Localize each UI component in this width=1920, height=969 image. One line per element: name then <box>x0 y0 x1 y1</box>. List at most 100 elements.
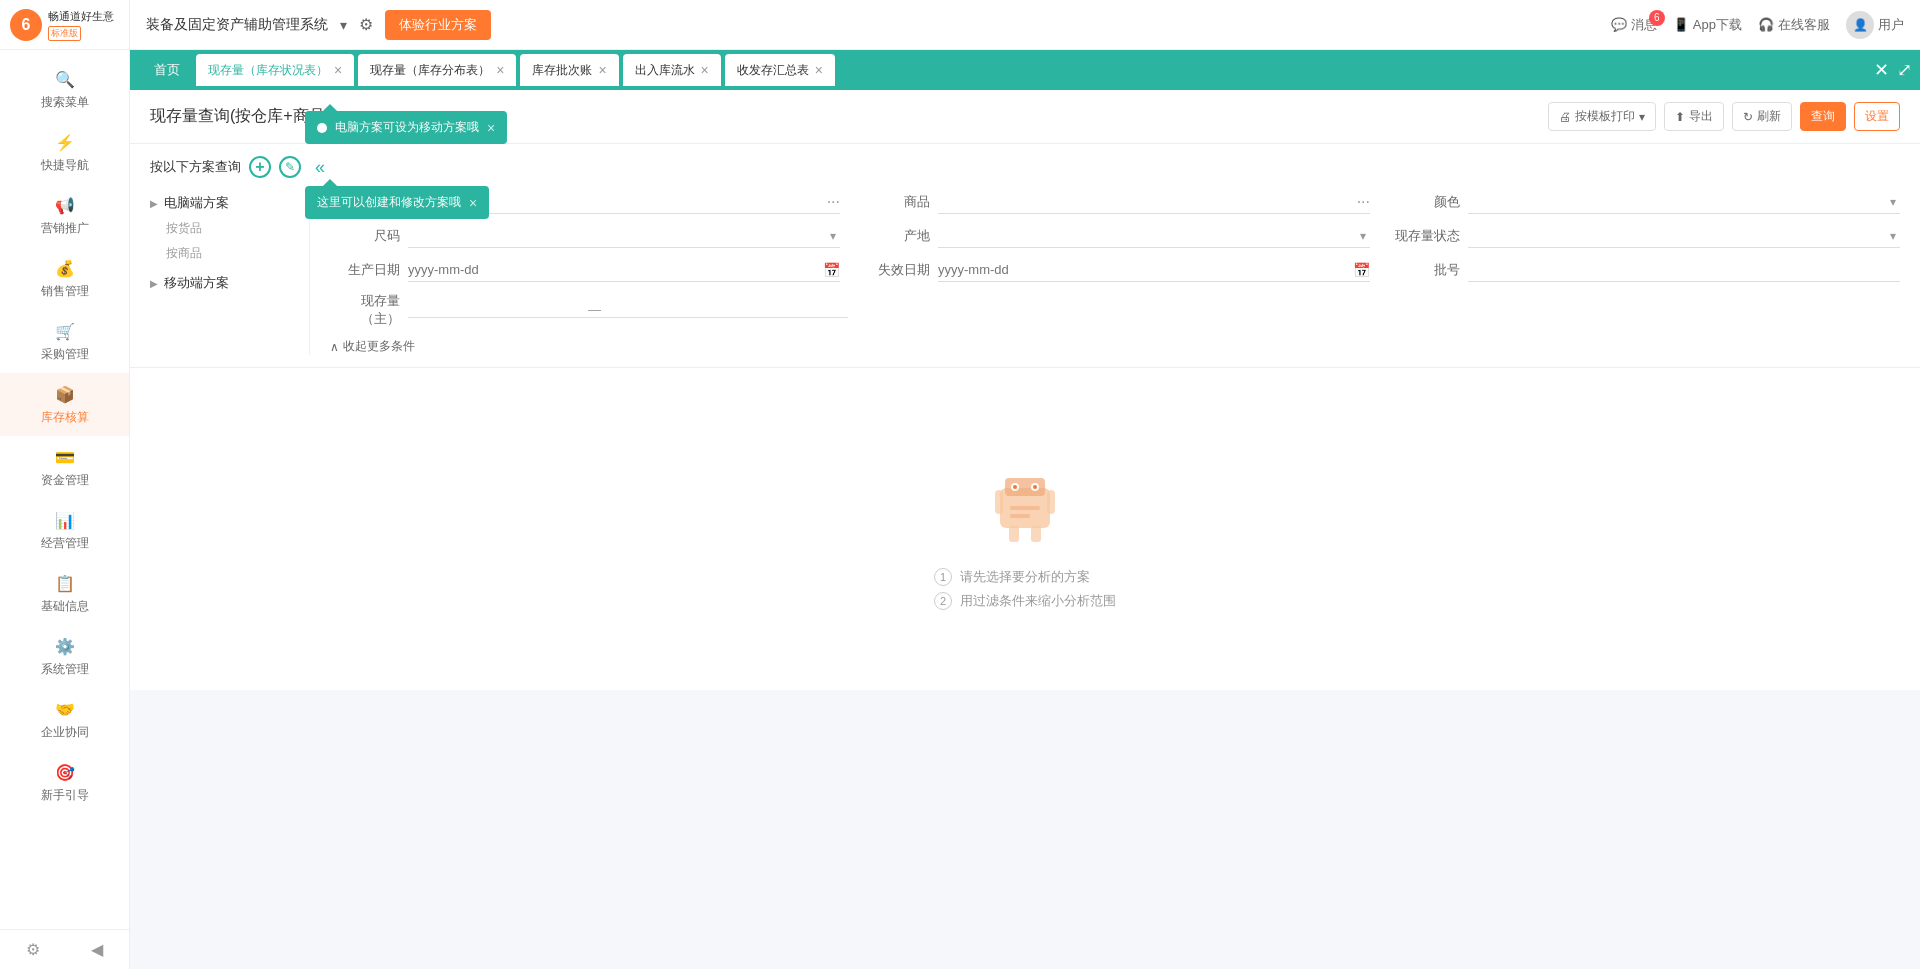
svg-rect-9 <box>1047 490 1055 514</box>
trial-btn[interactable]: 体验行业方案 <box>385 10 491 40</box>
product-input[interactable] <box>938 190 1357 213</box>
tree-expand-icon: ▶ <box>150 198 158 209</box>
finance-icon: 💳 <box>54 446 76 468</box>
tab-close-in-out-flow[interactable]: × <box>701 62 709 78</box>
tab-close-inventory-status[interactable]: × <box>334 62 342 78</box>
tab-close-batch-ledger[interactable]: × <box>598 62 606 78</box>
svg-point-5 <box>1033 485 1037 489</box>
sidebar: 6 畅通道好生意 标准版 🔍 搜索菜单 ⚡ 快捷导航 📢 营销推广 💰 销售管理… <box>0 0 130 969</box>
export-btn[interactable]: ⬆ 导出 <box>1664 102 1724 131</box>
sidebar-item-sales[interactable]: 💰 销售管理 <box>0 247 129 310</box>
tree-mobile-group[interactable]: ▶ 移动端方案 <box>150 270 299 296</box>
export-icon: ⬆ <box>1675 110 1685 124</box>
inv-status-select-wrapper: ▾ <box>1468 224 1900 248</box>
stock-qty-min[interactable] <box>408 302 584 317</box>
refresh-icon: ↻ <box>1743 110 1753 124</box>
header-settings-icon[interactable]: ⚙ <box>359 15 373 34</box>
empty-tip2: 2 用过滤条件来缩小分析范围 <box>934 592 1116 610</box>
prod-date-range: 📅 <box>408 258 840 282</box>
sidebar-item-search[interactable]: 🔍 搜索菜单 <box>0 58 129 121</box>
page: 现存量查询(按仓库+商品) 🖨 按模板打印 ▾ ⬆ 导出 ↻ 刷新 <box>130 90 1920 690</box>
tooltip1-close-btn[interactable]: × <box>487 120 495 136</box>
main-area: 装备及固定资产辅助管理系统 ▾ ⚙ 体验行业方案 💬 6 消息 📱 App下载 … <box>130 0 1920 969</box>
origin-select[interactable] <box>938 224 1370 247</box>
tab-in-out-flow[interactable]: 出入库流水 × <box>623 54 721 86</box>
sidebar-item-enterprise[interactable]: 🤝 企业协同 <box>0 688 129 751</box>
tip1-num: 1 <box>934 568 952 586</box>
settings-footer-btn[interactable]: ⚙ <box>26 940 40 959</box>
stock-qty-max[interactable] <box>605 302 781 317</box>
svg-rect-7 <box>1010 514 1030 518</box>
tooltip1-dot <box>317 123 327 133</box>
product-dots[interactable]: ··· <box>1357 193 1370 211</box>
svg-rect-10 <box>1009 526 1019 542</box>
sidebar-item-purchase[interactable]: 🛒 采购管理 <box>0 310 129 373</box>
print-icon: 🖨 <box>1559 110 1571 124</box>
sidebar-item-marketing[interactable]: 📢 营销推广 <box>0 184 129 247</box>
tab-maximize-btn[interactable]: ⤢ <box>1897 59 1912 81</box>
prod-date-start-input[interactable] <box>408 258 823 281</box>
stock-qty-range: — <box>408 302 848 318</box>
settings-btn[interactable]: 设置 <box>1854 102 1900 131</box>
origin-select-wrapper: ▾ <box>938 224 1370 248</box>
quick-icon: ⚡ <box>54 131 76 153</box>
color-select[interactable] <box>1468 190 1900 213</box>
user-menu-btn[interactable]: 👤 用户 <box>1846 11 1904 39</box>
sidebar-item-finance[interactable]: 💳 资金管理 <box>0 436 129 499</box>
filter-size: 尺码 ▾ <box>330 224 840 248</box>
filter-arrow-btn[interactable]: « <box>309 156 331 178</box>
tab-batch-ledger[interactable]: 库存批次账 × <box>520 54 618 86</box>
sidebar-item-system[interactable]: ⚙️ 系统管理 <box>0 625 129 688</box>
tab-inventory-dist[interactable]: 现存量（库存分布表） × <box>358 54 516 86</box>
sidebar-item-basic[interactable]: 📋 基础信息 <box>0 562 129 625</box>
refresh-btn[interactable]: ↻ 刷新 <box>1732 102 1792 131</box>
inv-status-select[interactable] <box>1468 224 1900 247</box>
sidebar-item-operations[interactable]: 📊 经营管理 <box>0 499 129 562</box>
color-select-wrapper: ▾ <box>1468 190 1900 214</box>
prod-date-start-calendar[interactable]: 📅 <box>823 262 840 278</box>
basic-icon: 📋 <box>54 572 76 594</box>
expiry-date-start-input[interactable] <box>938 258 1353 281</box>
svg-point-4 <box>1013 485 1017 489</box>
query-btn[interactable]: 查询 <box>1800 102 1846 131</box>
warehouse-dots[interactable]: ··· <box>827 193 840 211</box>
tree-item-by-goods[interactable]: 按货品 <box>166 216 299 241</box>
marketing-icon: 📢 <box>54 194 76 216</box>
tree-desktop-items: 按货品 按商品 <box>150 216 299 266</box>
sidebar-item-quick[interactable]: ⚡ 快捷导航 <box>0 121 129 184</box>
size-select[interactable] <box>408 224 840 247</box>
tab-close-all-btn[interactable]: ✕ <box>1874 59 1889 81</box>
tab-receive-summary[interactable]: 收发存汇总表 × <box>725 54 835 86</box>
expiry-date-start-calendar[interactable]: 📅 <box>1353 262 1370 278</box>
system-dropdown-btn[interactable]: ▾ <box>340 17 347 33</box>
tab-close-receive-summary[interactable]: × <box>815 62 823 78</box>
tab-bar-right: ✕ ⤢ <box>1874 59 1912 81</box>
online-support-btn[interactable]: 🎧 在线客服 <box>1758 16 1830 34</box>
filter-color: 颜色 ▾ <box>1390 190 1900 214</box>
empty-tips: 1 请先选择要分析的方案 2 用过滤条件来缩小分析范围 <box>934 568 1116 610</box>
app-download-btn[interactable]: 📱 App下载 <box>1673 16 1742 34</box>
tip2-num: 2 <box>934 592 952 610</box>
message-badge: 6 <box>1649 10 1665 26</box>
svg-rect-6 <box>1010 506 1040 510</box>
logo-icon: 6 <box>10 9 42 41</box>
tree-desktop-group[interactable]: ▶ 电脑端方案 <box>150 190 299 216</box>
filter-add-btn[interactable]: + <box>249 156 271 178</box>
batch-input[interactable] <box>1468 258 1900 282</box>
headset-icon: 🎧 <box>1758 17 1774 32</box>
tree-mobile-label: 移动端方案 <box>164 274 229 292</box>
enterprise-icon: 🤝 <box>54 698 76 720</box>
tab-home[interactable]: 首页 <box>138 50 196 90</box>
collapse-sidebar-btn[interactable]: ◀ <box>91 940 103 959</box>
message-btn[interactable]: 💬 6 消息 <box>1611 16 1657 34</box>
tab-close-inventory-dist[interactable]: × <box>496 62 504 78</box>
filter-edit-btn[interactable]: ✎ <box>279 156 301 178</box>
sidebar-item-guide[interactable]: 🎯 新手引导 <box>0 751 129 814</box>
tree-item-by-product[interactable]: 按商品 <box>166 241 299 266</box>
top-header: 装备及固定资产辅助管理系统 ▾ ⚙ 体验行业方案 💬 6 消息 📱 App下载 … <box>130 0 1920 50</box>
collapse-btn[interactable]: ∧ 收起更多条件 <box>330 338 1900 355</box>
tooltip2-close-btn[interactable]: × <box>469 195 477 211</box>
sidebar-item-inventory[interactable]: 📦 库存核算 <box>0 373 129 436</box>
tab-inventory-status[interactable]: 现存量（库存状况表） × <box>196 54 354 86</box>
print-template-btn[interactable]: 🖨 按模板打印 ▾ <box>1548 102 1656 131</box>
